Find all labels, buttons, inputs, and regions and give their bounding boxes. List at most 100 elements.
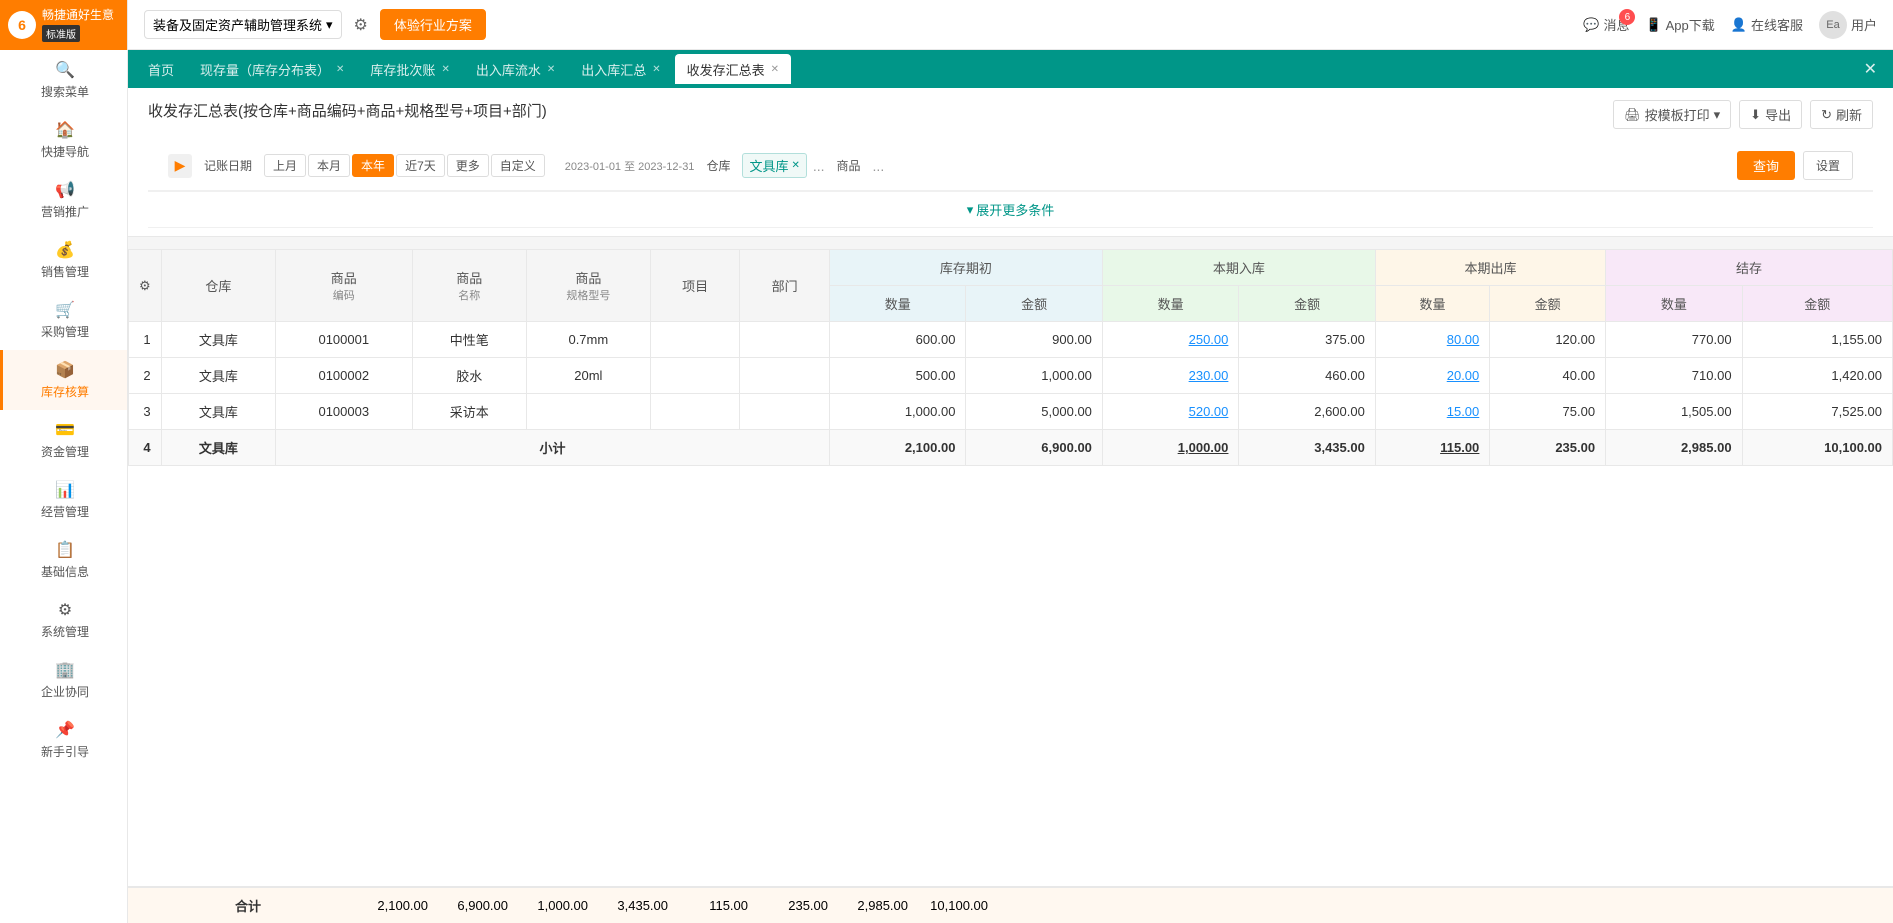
system-selector[interactable]: 装备及固定资产辅助管理系统 ▾ <box>144 10 342 39</box>
row-goods-code: 0100002 <box>276 358 413 394</box>
col-header-goods-code: 商品编码 <box>276 250 413 322</box>
filter-toggle-button[interactable]: ▶ <box>168 154 192 178</box>
footer-total-out-qty: 115.00 <box>678 898 758 913</box>
footer-total-out-amount: 235.00 <box>758 898 838 913</box>
row-opening-amount: 900.00 <box>966 322 1102 358</box>
goods-more-icon[interactable]: ... <box>873 158 885 174</box>
table-settings-header[interactable]: ⚙ <box>129 250 162 322</box>
tab-close-inventory_dist[interactable]: ✕ <box>336 64 344 75</box>
row-out-qty[interactable]: 20.00 <box>1375 358 1489 394</box>
settings-icon[interactable]: ⚙ <box>354 15 368 35</box>
query-button[interactable]: 查询 <box>1737 151 1795 180</box>
tab-label-inout_flow: 出入库流水 <box>476 60 541 79</box>
row-opening-qty: 1,000.00 <box>829 394 965 430</box>
sidebar-item-system[interactable]: ⚙ 系统管理 <box>0 590 127 650</box>
basic_info-icon: 📋 <box>55 540 75 560</box>
print-button[interactable]: 🖨 按模板打印 ▾ <box>1613 100 1731 129</box>
row-in-qty[interactable]: 520.00 <box>1102 394 1238 430</box>
messages-button[interactable]: 💬 消息 6 <box>1583 15 1629 34</box>
refresh-button[interactable]: ↻ 刷新 <box>1810 100 1873 129</box>
tab-close-batch[interactable]: ✕ <box>441 64 449 75</box>
warehouse-tag-close[interactable]: ✕ <box>791 160 799 171</box>
goods-filter[interactable]: ... <box>873 158 885 174</box>
main-area: 装备及固定资产辅助管理系统 ▾ ⚙ 体验行业方案 💬 消息 6 📱 App下载 … <box>128 0 1893 923</box>
date-btn-this-year[interactable]: 本年 <box>352 154 394 177</box>
tab-batch[interactable]: 库存批次账 ✕ <box>358 54 461 84</box>
table-row: 1 文具库 0100001 中性笔 0.7mm 600.00 900.00 25… <box>129 322 1893 358</box>
row-out-qty[interactable]: 15.00 <box>1375 394 1489 430</box>
row-out-qty[interactable]: 80.00 <box>1375 322 1489 358</box>
warehouse-more-icon[interactable]: ... <box>813 158 825 174</box>
tab-inout_flow[interactable]: 出入库流水 ✕ <box>464 54 567 84</box>
row-opening-qty: 500.00 <box>829 358 965 394</box>
sidebar-item-inventory[interactable]: 📦 库存核算 <box>0 350 127 410</box>
tab-label-recv_summary: 收发存汇总表 <box>687 60 765 79</box>
tab-close-recv_summary[interactable]: ✕ <box>771 64 779 75</box>
sidebar-item-new_guide[interactable]: 📌 新手引导 <box>0 710 127 770</box>
filter-settings-button[interactable]: 设置 <box>1803 151 1853 180</box>
sidebar-item-label: 经营管理 <box>41 503 89 520</box>
tab-label-batch: 库存批次账 <box>370 60 435 79</box>
sidebar-item-purchase[interactable]: 🛒 采购管理 <box>0 290 127 350</box>
subtotal-in-qty[interactable]: 1,000.00 <box>1102 430 1238 466</box>
tab-recv_summary[interactable]: 收发存汇总表 ✕ <box>675 54 791 84</box>
subtotal-in-amount: 3,435.00 <box>1239 430 1375 466</box>
messages-badge: 6 <box>1619 9 1635 25</box>
date-btn-more[interactable]: 更多 <box>447 154 489 177</box>
date-filter-label: 记账日期 <box>204 157 252 174</box>
quick_nav-icon: 🏠 <box>55 120 75 140</box>
footer-total-opening-qty: 2,100.00 <box>358 898 438 913</box>
sidebar-item-sales[interactable]: 💰 销售管理 <box>0 230 127 290</box>
sidebar-item-label: 快捷导航 <box>41 143 89 160</box>
date-buttons: 上月 本月 本年 近7天 更多 自定义 <box>264 154 545 177</box>
warehouse-filter[interactable]: 文具库 ✕ ... <box>742 153 824 178</box>
footer-total-label: 合计 <box>138 896 358 915</box>
row-out-amount: 40.00 <box>1490 358 1606 394</box>
sidebar-item-quick_nav[interactable]: 🏠 快捷导航 <box>0 110 127 170</box>
subtotal-row: 4 文具库 小计 2,100.00 6,900.00 1,000.00 3,43… <box>129 430 1893 466</box>
col-header-in-qty: 数量 <box>1102 286 1238 322</box>
user-menu[interactable]: Ea 用户 <box>1819 11 1877 39</box>
close-all-tabs-button[interactable]: ✕ <box>1856 59 1885 79</box>
sidebar-item-search[interactable]: 🔍 搜索菜单 <box>0 50 127 110</box>
sidebar-item-enterprise[interactable]: 🏢 企业协同 <box>0 650 127 710</box>
tab-home[interactable]: 首页 <box>136 54 186 84</box>
subtotal-out-qty[interactable]: 115.00 <box>1375 430 1489 466</box>
row-warehouse: 文具库 <box>161 394 275 430</box>
topbar-right: 💬 消息 6 📱 App下载 👤 在线客服 Ea 用户 <box>1583 11 1877 39</box>
col-header-department: 部门 <box>740 250 830 322</box>
row-closing-qty: 1,505.00 <box>1606 394 1742 430</box>
col-header-opening-amount: 金额 <box>966 286 1102 322</box>
subtotal-out-amount: 235.00 <box>1490 430 1606 466</box>
tab-close-inout_flow[interactable]: ✕ <box>547 64 555 75</box>
row-in-qty[interactable]: 230.00 <box>1102 358 1238 394</box>
date-btn-custom[interactable]: 自定义 <box>491 154 545 177</box>
tab-inout_summary[interactable]: 出入库汇总✕ <box>569 54 672 84</box>
row-no: 2 <box>129 358 162 394</box>
footer-total-in-qty: 1,000.00 <box>518 898 598 913</box>
trial-button[interactable]: 体验行业方案 <box>380 9 486 40</box>
sidebar-item-label: 营销推广 <box>41 203 89 220</box>
tab-close-inout_summary[interactable]: ✕ <box>652 64 660 75</box>
online-service-button[interactable]: 👤 在线客服 <box>1731 15 1803 34</box>
sidebar-item-marketing[interactable]: 📢 营销推广 <box>0 170 127 230</box>
date-btn-7days[interactable]: 近7天 <box>396 154 445 177</box>
export-button[interactable]: ⬇ 导出 <box>1739 100 1802 129</box>
system-title: 装备及固定资产辅助管理系统 <box>153 15 322 34</box>
table-row: 2 文具库 0100002 胶水 20ml 500.00 1,000.00 23… <box>129 358 1893 394</box>
col-header-closing-amount: 金额 <box>1742 286 1892 322</box>
sidebar-item-basic_info[interactable]: 📋 基础信息 <box>0 530 127 590</box>
row-in-qty[interactable]: 250.00 <box>1102 322 1238 358</box>
tab-inventory_dist[interactable]: 现存量（库存分布表）✕ <box>188 54 356 84</box>
service-icon: 👤 <box>1731 17 1747 33</box>
date-btn-this-month[interactable]: 本月 <box>308 154 350 177</box>
app-download-button[interactable]: 📱 App下载 <box>1645 15 1714 34</box>
row-closing-qty: 770.00 <box>1606 322 1742 358</box>
sidebar-item-operations[interactable]: 📊 经营管理 <box>0 470 127 530</box>
expand-more-button[interactable]: ▾ 展开更多条件 <box>959 196 1063 223</box>
sidebar-item-finance[interactable]: 💳 资金管理 <box>0 410 127 470</box>
chevron-down-icon: ▾ <box>326 17 333 33</box>
date-btn-last-month[interactable]: 上月 <box>264 154 306 177</box>
sales-icon: 💰 <box>55 240 75 260</box>
sidebar-item-label: 基础信息 <box>41 563 89 580</box>
